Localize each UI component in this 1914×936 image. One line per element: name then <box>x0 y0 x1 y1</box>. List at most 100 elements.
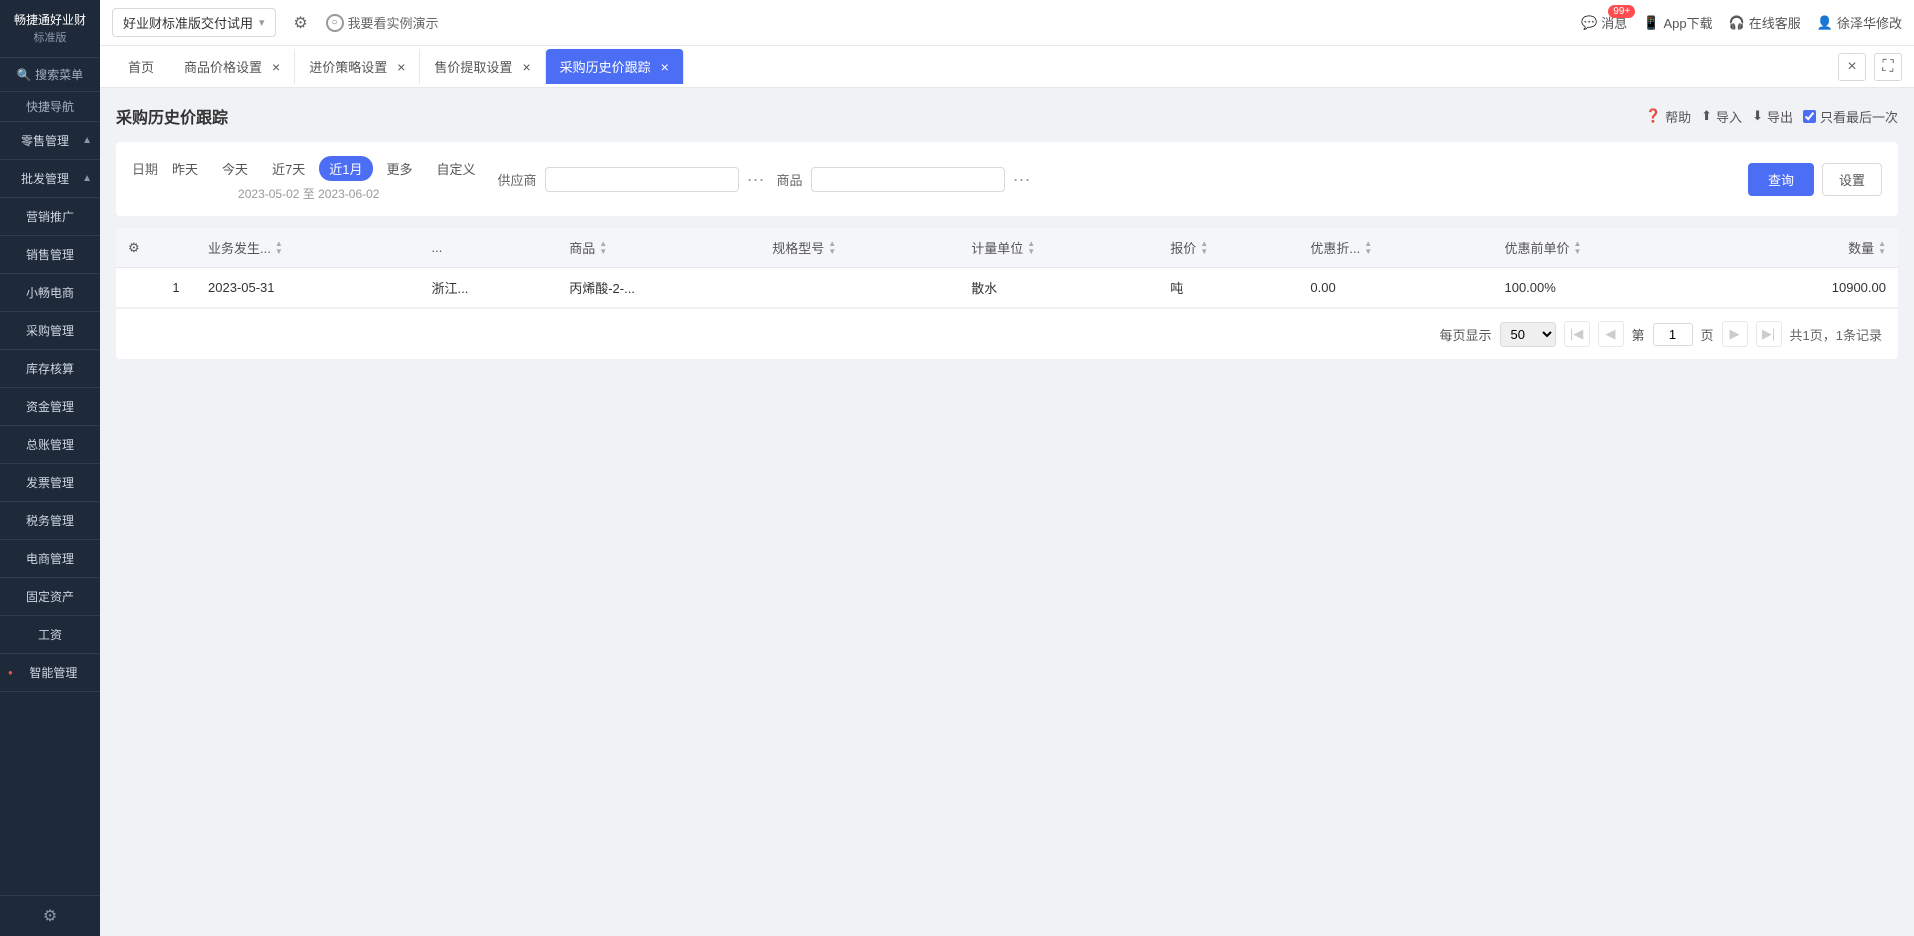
topbar-settings-btn[interactable]: ⚙ <box>286 8 316 38</box>
date-option-more[interactable]: 更多 <box>377 156 423 181</box>
total-info: 共1页，1条记录 <box>1790 325 1882 344</box>
pagination: 每页显示 50 10 20 100 |◀ ◀ 第 页 ▶ ▶| 共1页，1条记录 <box>116 308 1898 359</box>
logo-sub: 标准版 <box>8 29 92 45</box>
demo-btn[interactable]: ○ 我要看实例演示 <box>326 13 439 32</box>
date-options-row: 日期 昨天 今天 近7天 近1月 更多 自定义 <box>132 156 486 181</box>
th-unit[interactable]: 计量单位 ▲▼ <box>959 228 1158 268</box>
row-date-cell: 2023-05-31 <box>196 268 420 308</box>
sidebar-item-wholesale[interactable]: 批发管理 ▲ <box>0 160 100 198</box>
data-table-container: ⚙ 业务发生... ▲▼ ... <box>116 228 1898 359</box>
message-icon: 💬 <box>1581 15 1597 31</box>
sidebar-item-finance[interactable]: 资金管理 <box>0 388 100 426</box>
nav-label: 快捷导航 <box>26 100 74 114</box>
settings-button[interactable]: 设置 <box>1822 163 1882 196</box>
date-option-custom[interactable]: 自定义 <box>427 156 486 181</box>
app-logo: 畅捷通好业财 标准版 <box>0 0 100 58</box>
sidebar-item-smart[interactable]: ● 智能管理 <box>0 654 100 692</box>
row-spec-cell <box>760 268 959 308</box>
supplier-dots[interactable]: ··· <box>747 169 765 190</box>
sidebar-item-payroll[interactable]: 工资 <box>0 616 100 654</box>
th-dots[interactable]: ... <box>420 228 558 268</box>
sidebar-item-ecom-light[interactable]: 小畅电商 <box>0 274 100 312</box>
date-option-today[interactable]: 今天 <box>212 156 258 181</box>
tab-sale-price-close[interactable]: × <box>522 59 530 75</box>
sidebar-item-purchase[interactable]: 采购管理 <box>0 312 100 350</box>
import-btn[interactable]: ⬆ 导入 <box>1701 107 1742 126</box>
date-option-7days[interactable]: 近7天 <box>262 156 315 181</box>
th-spec[interactable]: 规格型号 ▲▼ <box>760 228 959 268</box>
sidebar-quick-nav[interactable]: 快捷导航 <box>0 92 100 122</box>
th-quantity[interactable]: 数量 ▲▼ <box>1721 228 1898 268</box>
th-price[interactable]: 报价 ▲▼ <box>1158 228 1298 268</box>
headset-icon: 🎧 <box>1729 15 1745 31</box>
tab-history-price[interactable]: 采购历史价跟踪 × <box>546 49 684 84</box>
row-pre-discount-price-cell: 10900.00 <box>1721 268 1898 308</box>
product-dots[interactable]: ··· <box>1013 169 1031 190</box>
content-area: 采购历史价跟踪 ❓ 帮助 ⬆ 导入 ⬇ 导出 只看最后一次 <box>100 88 1914 936</box>
sidebar-item-retail[interactable]: 零售管理 ▲ <box>0 122 100 160</box>
sidebar-item-marketing[interactable]: 营销推广 <box>0 198 100 236</box>
sidebar-settings[interactable]: ⚙ <box>0 895 100 936</box>
sidebar-item-ecom[interactable]: 电商管理 <box>0 540 100 578</box>
per-page-select[interactable]: 50 10 20 100 <box>1500 322 1556 347</box>
th-pre-discount-price[interactable]: 优惠前单价 ▲▼ <box>1492 228 1720 268</box>
sidebar-item-sales[interactable]: 销售管理 <box>0 236 100 274</box>
sidebar-item-ledger[interactable]: 总账管理 <box>0 426 100 464</box>
sidebar-item-tax[interactable]: 税务管理 <box>0 502 100 540</box>
prev-page-btn[interactable]: ◀ <box>1598 321 1624 347</box>
help-label: 帮助 <box>1665 107 1691 126</box>
online-service-label: 在线客服 <box>1749 13 1801 32</box>
tab-price[interactable]: 商品价格设置 × <box>170 49 295 84</box>
th-discount[interactable]: 优惠折... ▲▼ <box>1298 228 1492 268</box>
sidebar-item-smart-label: 智能管理 <box>15 664 92 681</box>
sidebar-gear-icon[interactable]: ⚙ <box>43 908 57 925</box>
product-filter-label: 商品 <box>777 170 803 189</box>
th-product[interactable]: 商品 ▲▼ <box>557 228 760 268</box>
main-area: 好业财标准版交付试用 ▾ ⚙ ○ 我要看实例演示 💬 消息 99+ 📱 App下… <box>100 0 1914 936</box>
tab-purchase-strategy-close[interactable]: × <box>397 59 405 75</box>
product-input[interactable] <box>811 167 1005 192</box>
row-price-unit-cell: 吨 <box>1158 268 1298 308</box>
per-page-label: 每页显示 <box>1439 325 1491 344</box>
sidebar-item-inventory[interactable]: 库存核算 <box>0 350 100 388</box>
app-download-btn[interactable]: 📱 App下载 <box>1643 13 1712 32</box>
only-latest-checkbox[interactable] <box>1803 110 1816 123</box>
sidebar-search[interactable]: 🔍 搜索菜单 <box>0 58 100 92</box>
search-icon: 🔍 <box>17 68 32 82</box>
tab-bar: 首页 商品价格设置 × 进价策略设置 × 售价提取设置 × 采购历史价跟踪 × … <box>100 46 1914 88</box>
th-date[interactable]: 业务发生... ▲▼ <box>196 228 420 268</box>
version-selector-text: 好业财标准版交付试用 <box>123 13 253 32</box>
next-page-btn[interactable]: ▶ <box>1722 321 1748 347</box>
tab-history-price-close[interactable]: × <box>661 59 669 75</box>
tab-purchase-strategy[interactable]: 进价策略设置 × <box>295 49 420 84</box>
sidebar-item-marketing-label: 营销推广 <box>8 208 92 225</box>
message-btn[interactable]: 💬 消息 99+ <box>1581 13 1627 32</box>
tab-sale-price[interactable]: 售价提取设置 × <box>420 49 545 84</box>
tab-expand-btn[interactable]: ⛶ <box>1874 53 1902 81</box>
online-service-btn[interactable]: 🎧 在线客服 <box>1729 13 1801 32</box>
quantity-sort-arrows: ▲▼ <box>1878 240 1886 256</box>
version-selector[interactable]: 好业财标准版交付试用 ▾ <box>112 8 276 37</box>
sidebar-item-ecom-label: 电商管理 <box>8 550 92 567</box>
help-btn[interactable]: ❓ 帮助 <box>1645 107 1691 126</box>
query-button[interactable]: 查询 <box>1748 163 1814 196</box>
supplier-filter-group: 供应商 ··· <box>498 167 765 192</box>
last-page-btn[interactable]: ▶| <box>1756 321 1782 347</box>
date-option-1month[interactable]: 近1月 <box>319 156 372 181</box>
export-btn[interactable]: ⬇ 导出 <box>1752 107 1793 126</box>
supplier-input[interactable] <box>545 167 739 192</box>
user-menu-btn[interactable]: 👤 徐泽华修改 <box>1817 13 1902 32</box>
th-gear[interactable]: ⚙ <box>116 228 156 268</box>
sidebar-item-assets[interactable]: 固定资产 <box>0 578 100 616</box>
date-option-yesterday[interactable]: 昨天 <box>162 156 208 181</box>
filter-bar: 日期 昨天 今天 近7天 近1月 更多 自定义 2023-05-02 至 202… <box>116 142 1898 216</box>
tab-price-label: 商品价格设置 <box>184 57 262 76</box>
tab-close-btn[interactable]: × <box>1838 53 1866 81</box>
sidebar-item-invoice[interactable]: 发票管理 <box>0 464 100 502</box>
first-page-btn[interactable]: |◀ <box>1564 321 1590 347</box>
unit-sort-arrows: ▲▼ <box>1027 240 1035 256</box>
tab-price-close[interactable]: × <box>272 59 280 75</box>
page-number-input[interactable] <box>1653 323 1693 346</box>
tab-home[interactable]: 首页 <box>112 49 170 84</box>
product-sort-arrows: ▲▼ <box>599 240 607 256</box>
